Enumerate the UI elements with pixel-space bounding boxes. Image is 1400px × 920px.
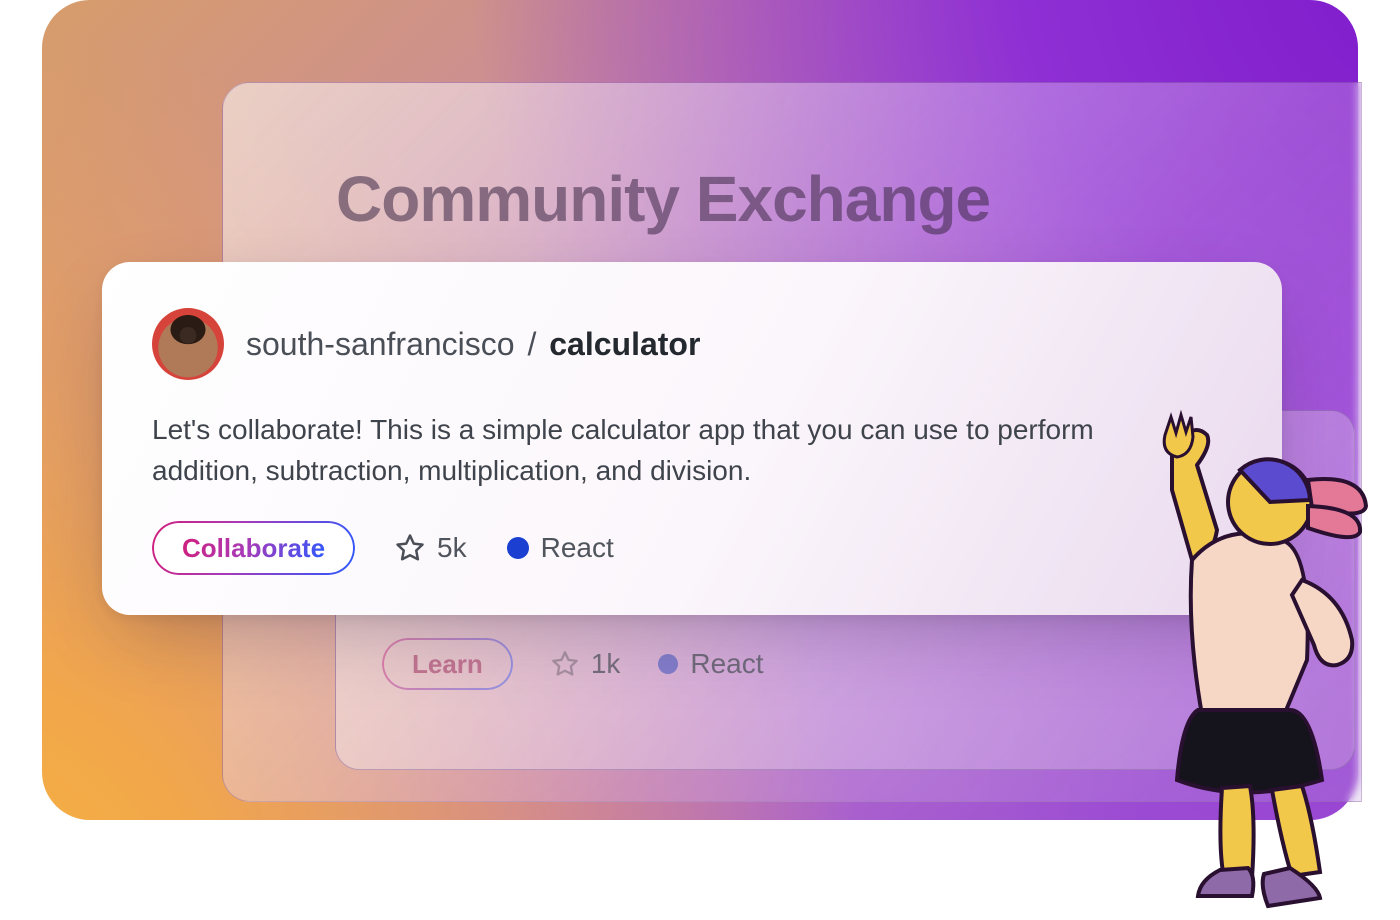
repo-owner[interactable]: south-sanfrancisco: [246, 326, 515, 362]
language-name: React: [541, 532, 614, 564]
stars-value: 1k: [591, 648, 621, 680]
repo-description: Let's collaborate! This is a simple calc…: [152, 410, 1152, 491]
star-icon: [551, 650, 579, 678]
language-tag: React: [507, 532, 614, 564]
star-icon: [395, 533, 425, 563]
page-title: Community Exchange: [336, 162, 990, 236]
language-dot-icon: [507, 537, 529, 559]
repo-name[interactable]: calculator: [549, 326, 700, 362]
path-separator: /: [523, 326, 549, 362]
repo-card-featured[interactable]: south-sanfrancisco / calculator Let's co…: [102, 262, 1282, 615]
repo-path[interactable]: south-sanfrancisco / calculator: [246, 326, 700, 363]
collaborate-button[interactable]: Collaborate: [152, 521, 355, 575]
avatar[interactable]: [152, 308, 224, 380]
language-tag: React: [658, 648, 763, 680]
stars-count: 1k: [551, 648, 621, 680]
stars-count: 5k: [395, 532, 467, 564]
pill-label: Collaborate: [182, 533, 325, 564]
language-dot-icon: [658, 654, 678, 674]
stars-value: 5k: [437, 532, 467, 564]
learn-button[interactable]: Learn: [382, 638, 513, 690]
pill-label: Learn: [412, 649, 483, 680]
language-name: React: [690, 648, 763, 680]
